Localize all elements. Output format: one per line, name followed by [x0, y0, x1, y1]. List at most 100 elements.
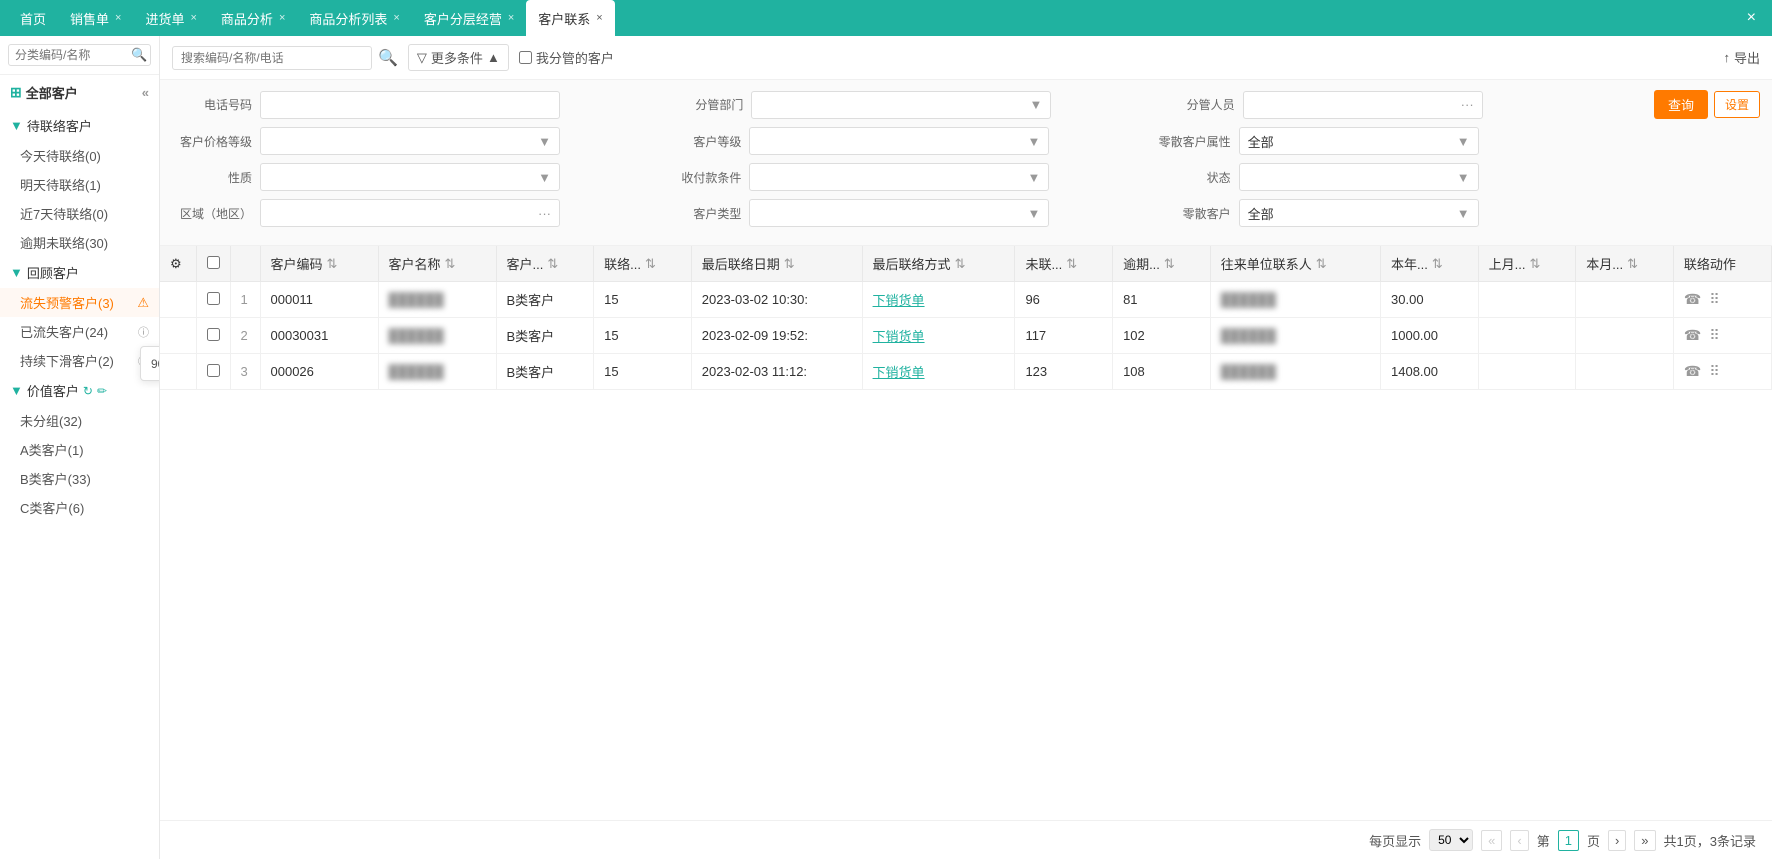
per-page-select[interactable]: 50	[1429, 829, 1473, 851]
edit-icon[interactable]: ✏	[97, 384, 107, 398]
close-product-analysis-tab[interactable]: ×	[279, 12, 285, 24]
customer-type-select[interactable]: ▼	[749, 199, 1049, 227]
index-col-header	[230, 246, 260, 282]
nav-tab-product-list[interactable]: 商品分析列表 ×	[297, 0, 411, 36]
action-cell[interactable]: ☎ ⠿	[1673, 282, 1771, 318]
refresh-icon[interactable]: ↻	[83, 384, 93, 398]
row-checkbox[interactable]	[207, 292, 220, 305]
close-customer-tier-tab[interactable]: ×	[508, 12, 514, 24]
sidebar-search-input[interactable]	[8, 44, 151, 66]
sidebar-item-declining[interactable]: 持续下滑客户(2) ⓘ	[0, 346, 159, 375]
close-product-list-tab[interactable]: ×	[393, 12, 399, 24]
name-col-header[interactable]: 客户名称 ⇅	[378, 246, 496, 282]
checkbox-col-header[interactable]	[196, 246, 230, 282]
sidebar-item-class-a[interactable]: A类客户(1)	[0, 435, 159, 464]
status-select[interactable]: ▼	[1239, 163, 1479, 191]
sidebar-item-class-b[interactable]: B类客户(33)	[0, 464, 159, 493]
sidebar-group-value-title[interactable]: ▼ 价值客户 ↻ ✏	[0, 375, 159, 406]
sort-icon-date: ⇅	[784, 256, 795, 272]
select-all-checkbox[interactable]	[207, 256, 220, 269]
sidebar-item-churned[interactable]: 已流失客户(24) ⓘ	[0, 317, 159, 346]
contact-action-icon[interactable]: ☎	[1684, 327, 1701, 344]
settings-col-header[interactable]: ⚙	[160, 246, 196, 282]
sort-icon-type: ⇅	[547, 256, 558, 272]
nav-tab-customer-contact[interactable]: 客户联系 ×	[526, 0, 614, 36]
nav-tab-home[interactable]: 首页	[8, 0, 58, 36]
sidebar-item-ungroup[interactable]: 未分组(32)	[0, 406, 159, 435]
row-checkbox-cell[interactable]	[196, 354, 230, 390]
my-customers-checkbox-label[interactable]: 我分管的客户	[519, 48, 614, 67]
region-select[interactable]: ···	[260, 199, 560, 227]
contact-action-icon[interactable]: ☎	[1684, 363, 1701, 380]
price-grade-select[interactable]: ▼	[260, 127, 560, 155]
export-button[interactable]: ↑ 导出	[1723, 48, 1760, 67]
row-checkbox[interactable]	[207, 328, 220, 341]
last-contact-method[interactable]: 下销货单	[862, 318, 1015, 354]
last-contact-method[interactable]: 下销货单	[862, 282, 1015, 318]
sidebar-item-churn-warning[interactable]: 流失预警客户(3) ⚠	[0, 288, 159, 317]
window-close-button[interactable]: ×	[1739, 9, 1764, 27]
next-page-button[interactable]: ›	[1608, 830, 1626, 851]
customer-code: 00030031	[260, 318, 378, 354]
action-col-header: 联络动作	[1673, 246, 1771, 282]
type-col-header[interactable]: 客户... ⇅	[496, 246, 594, 282]
overdue-col-header[interactable]: 逾期... ⇅	[1113, 246, 1211, 282]
last-contact-method[interactable]: 下销货单	[862, 354, 1015, 390]
sidebar-group-review-title[interactable]: ▼ 回顾客户	[0, 257, 159, 288]
nav-tab-product-analysis[interactable]: 商品分析 ×	[209, 0, 297, 36]
search-submit-icon[interactable]: 🔍	[378, 48, 398, 68]
sidebar-item-7days[interactable]: 近7天待联络(0)	[0, 199, 159, 228]
this-year-col-header[interactable]: 本年... ⇅	[1381, 246, 1479, 282]
more-conditions-button[interactable]: ▽ 更多条件 ▲	[408, 44, 509, 71]
action-cell[interactable]: ☎ ⠿	[1673, 354, 1771, 390]
more-action-icon[interactable]: ⠿	[1709, 327, 1719, 344]
manager-select[interactable]: ···	[1243, 91, 1483, 119]
retail-customer-select[interactable]: 全部 ▼	[1239, 199, 1479, 227]
query-button[interactable]: 查询	[1654, 90, 1708, 119]
close-purchase-tab[interactable]: ×	[190, 12, 196, 24]
sidebar-item-tomorrow[interactable]: 明天待联络(1)	[0, 170, 159, 199]
more-action-icon[interactable]: ⠿	[1709, 291, 1719, 308]
row-index: 1	[230, 282, 260, 318]
code-col-header[interactable]: 客户编码 ⇅	[260, 246, 378, 282]
close-sales-tab[interactable]: ×	[115, 12, 121, 24]
nav-tab-sales[interactable]: 销售单 ×	[58, 0, 133, 36]
last-contact-date-col-header[interactable]: 最后联络日期 ⇅	[691, 246, 862, 282]
action-cell[interactable]: ☎ ⠿	[1673, 318, 1771, 354]
sidebar-item-class-c[interactable]: C类客户(6)	[0, 493, 159, 522]
dots-icon-region: ···	[538, 206, 551, 221]
nav-tab-purchase[interactable]: 进货单 ×	[133, 0, 208, 36]
last-month-col-header[interactable]: 上月... ⇅	[1478, 246, 1576, 282]
sidebar-item-today[interactable]: 今天待联络(0)	[0, 141, 159, 170]
more-action-icon[interactable]: ⠿	[1709, 363, 1719, 380]
this-month-amount	[1576, 282, 1674, 318]
main-search-input[interactable]	[172, 46, 372, 70]
settings-icon[interactable]: ⚙	[170, 256, 182, 271]
sidebar: 🔍 ⊞ 全部客户 « ▼ 待联络客户 今天待联络(0) 明天待联络(1) 近7天…	[0, 36, 160, 859]
first-page-button[interactable]: «	[1481, 830, 1502, 851]
my-customers-checkbox[interactable]	[519, 51, 532, 64]
settings-button[interactable]: 设置	[1714, 91, 1760, 118]
nature-select[interactable]: ▼	[260, 163, 560, 191]
retail-attr-select[interactable]: 全部 ▼	[1239, 127, 1479, 155]
contact-col-header[interactable]: 联络... ⇅	[594, 246, 692, 282]
no-contact-col-header[interactable]: 未联... ⇅	[1015, 246, 1113, 282]
sidebar-collapse-button[interactable]: «	[142, 85, 149, 100]
last-contact-method-col-header[interactable]: 最后联络方式 ⇅	[862, 246, 1015, 282]
nav-tab-customer-tier[interactable]: 客户分层经营 ×	[412, 0, 526, 36]
dept-select[interactable]: ▼	[751, 91, 1051, 119]
phone-input[interactable]	[260, 91, 560, 119]
contact-action-icon[interactable]: ☎	[1684, 291, 1701, 308]
row-checkbox[interactable]	[207, 364, 220, 377]
customer-grade-select[interactable]: ▼	[749, 127, 1049, 155]
unit-contact-col-header[interactable]: 往来单位联系人 ⇅	[1210, 246, 1380, 282]
payment-select[interactable]: ▼	[749, 163, 1049, 191]
this-month-col-header[interactable]: 本月... ⇅	[1576, 246, 1674, 282]
sidebar-group-pending-title[interactable]: ▼ 待联络客户	[0, 110, 159, 141]
row-checkbox-cell[interactable]	[196, 282, 230, 318]
row-checkbox-cell[interactable]	[196, 318, 230, 354]
last-page-button[interactable]: »	[1634, 830, 1655, 851]
sidebar-item-overdue[interactable]: 逾期未联络(30)	[0, 228, 159, 257]
close-customer-contact-tab[interactable]: ×	[596, 12, 602, 24]
prev-page-button[interactable]: ‹	[1510, 830, 1528, 851]
